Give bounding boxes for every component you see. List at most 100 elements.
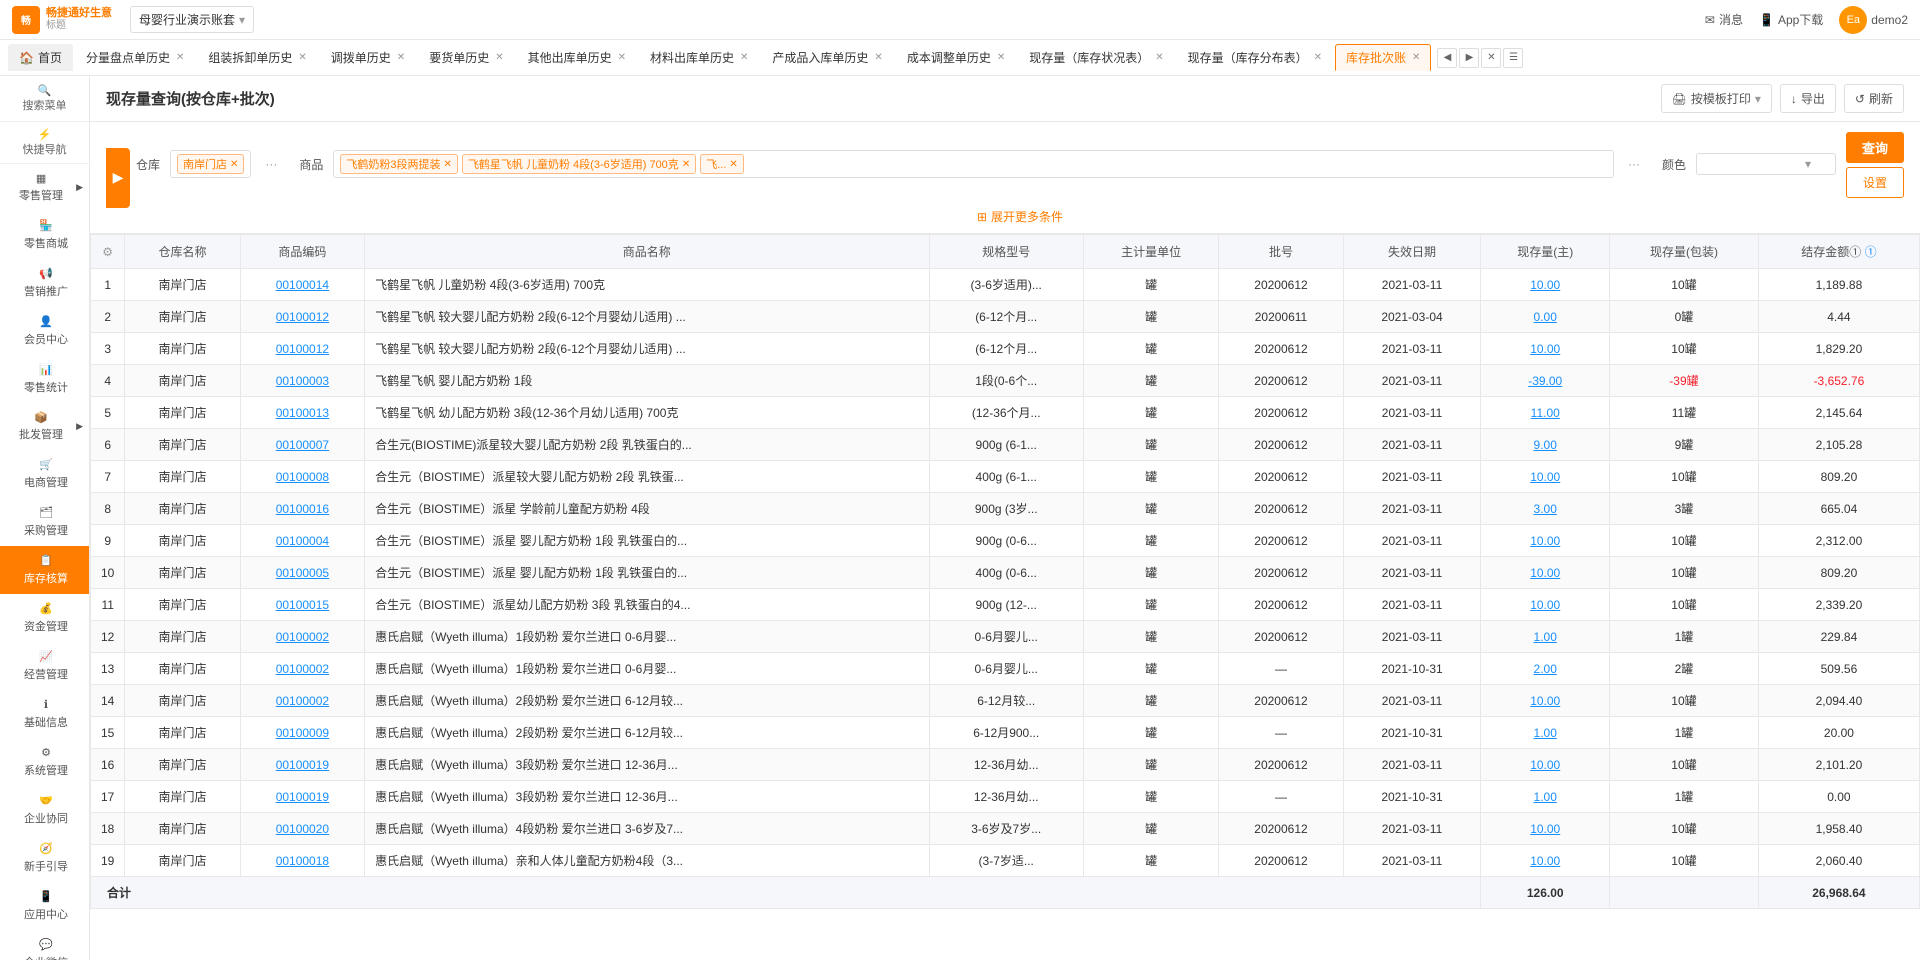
remove-warehouse-tag-icon[interactable]: ✕ [230,159,238,170]
row-code[interactable]: 00100003 [240,365,364,397]
tab-close-icon[interactable]: ✕ [618,52,626,63]
row-qty-main[interactable]: 10.00 [1481,845,1610,877]
row-code[interactable]: 00100002 [240,685,364,717]
tab-close-icon[interactable]: ✕ [1412,52,1420,63]
tab-menu-btn[interactable]: ☰ [1503,48,1523,68]
row-code[interactable]: 00100009 [240,717,364,749]
row-qty-main[interactable]: 9.00 [1481,429,1610,461]
account-dropdown[interactable]: 母婴行业演示账套 ▾ [130,6,254,33]
row-qty-main[interactable]: 10.00 [1481,269,1610,301]
row-code[interactable]: 00100008 [240,461,364,493]
warehouse-tag[interactable]: 南岸门店 ✕ [177,154,244,174]
row-code[interactable]: 00100020 [240,813,364,845]
row-qty-main[interactable]: 10.00 [1481,525,1610,557]
tab-ku-cun-pi[interactable]: 库存批次账 ✕ [1335,44,1431,71]
sidebar-item-retail-mall[interactable]: 🏪 零售商城 [0,211,89,259]
tab-chan-pin[interactable]: 产成品入库单历史 ✕ [761,44,893,71]
user-profile[interactable]: Ea demo2 [1839,6,1908,34]
tab-home[interactable]: 🏠 首页 [8,44,73,71]
row-code[interactable]: 00100007 [240,429,364,461]
row-qty-main[interactable]: 10.00 [1481,557,1610,589]
tab-close-icon[interactable]: ✕ [1155,52,1163,63]
sidebar-item-finance[interactable]: 💰 资金管理 [0,594,89,642]
tab-close-icon[interactable]: ✕ [740,52,748,63]
row-qty-main[interactable]: -39.00 [1481,365,1610,397]
sidebar-item-enterprise[interactable]: 🤝 企业协同 [0,786,89,834]
tab-prev-btn[interactable]: ◀ [1437,48,1457,68]
sidebar-item-inventory[interactable]: 📋 库存核算 [0,546,89,594]
row-qty-main[interactable]: 10.00 [1481,813,1610,845]
row-qty-main[interactable]: 1.00 [1481,781,1610,813]
tab-close-icon[interactable]: ✕ [298,52,306,63]
product-tag-1[interactable]: 飞鹤奶粉3段两提装 ✕ [340,154,458,174]
tab-close-all-btn[interactable]: ✕ [1481,48,1501,68]
tab-tiao-bo[interactable]: 调拨单历史 ✕ [320,44,416,71]
row-code[interactable]: 00100019 [240,781,364,813]
row-code[interactable]: 00100012 [240,301,364,333]
print-btn[interactable]: 🖨 按模板打印 ▾ [1661,84,1772,113]
row-code[interactable]: 00100004 [240,525,364,557]
tab-xian-cun1[interactable]: 现存量（库存状况表） ✕ [1018,44,1174,71]
query-btn[interactable]: 查询 [1846,132,1904,163]
sidebar-item-wholesale[interactable]: 📦 批发管理 ▶ [0,403,89,450]
sidebar-item-basic[interactable]: ℹ 基础信息 [0,690,89,738]
sidebar-item-guide[interactable]: 🧭 新手引导 [0,834,89,882]
sidebar-item-retail-stats[interactable]: 📊 零售统计 [0,355,89,403]
sidebar-item-marketing[interactable]: 📢 营销推广 [0,259,89,307]
row-qty-main[interactable]: 1.00 [1481,717,1610,749]
row-qty-main[interactable]: 0.00 [1481,301,1610,333]
sidebar-search[interactable]: 🔍 搜索菜单 [0,76,89,122]
tab-close-icon[interactable]: ✕ [997,52,1005,63]
row-qty-main[interactable]: 10.00 [1481,749,1610,781]
row-qty-main[interactable]: 10.00 [1481,685,1610,717]
row-code[interactable]: 00100019 [240,749,364,781]
product-filter[interactable]: 飞鹤奶粉3段两提装 ✕ 飞鹤星飞帆 儿童奶粉 4段(3-6岁适用) 700克 ✕… [333,150,1614,178]
row-qty-main[interactable]: 10.00 [1481,461,1610,493]
sidebar-item-member[interactable]: 👤 会员中心 [0,307,89,355]
remove-product-tag-3-icon[interactable]: ✕ [729,159,737,170]
row-code[interactable]: 00100018 [240,845,364,877]
tab-cheng-ben[interactable]: 成本调整单历史 ✕ [896,44,1016,71]
row-qty-main[interactable]: 3.00 [1481,493,1610,525]
filter-expand-btn[interactable]: ▶ [106,148,130,208]
message-btn[interactable]: ✉ 消息 [1705,11,1743,28]
remove-product-tag-2-icon[interactable]: ✕ [682,159,690,170]
column-settings-icon[interactable]: ⚙ [102,245,113,259]
row-code[interactable]: 00100015 [240,589,364,621]
sidebar-item-wechat[interactable]: 💬 企业微信 [0,930,89,960]
row-code[interactable]: 00100002 [240,653,364,685]
sidebar-item-operations[interactable]: 📈 经营管理 [0,642,89,690]
row-code[interactable]: 00100013 [240,397,364,429]
row-qty-main[interactable]: 1.00 [1481,621,1610,653]
tab-close-icon[interactable]: ✕ [176,52,184,63]
th-settings[interactable]: ⚙ [91,235,125,269]
export-btn[interactable]: ↓ 导出 [1780,84,1836,113]
sidebar-item-purchase[interactable]: 🗂 采购管理 [0,498,89,546]
tab-fen-pan[interactable]: 分量盘点单历史 ✕ [75,44,195,71]
tab-close-icon[interactable]: ✕ [874,52,882,63]
color-select[interactable]: ▾ [1696,153,1836,175]
sidebar-item-system[interactable]: ⚙ 系统管理 [0,738,89,786]
expand-more-btn[interactable]: ⊞ 展开更多条件 [977,208,1063,225]
row-code[interactable]: 00100005 [240,557,364,589]
row-qty-main[interactable]: 11.00 [1481,397,1610,429]
tab-yao-huo[interactable]: 要货单历史 ✕ [418,44,514,71]
warehouse-filter[interactable]: 南岸门店 ✕ [170,150,251,178]
row-code[interactable]: 00100016 [240,493,364,525]
row-code[interactable]: 00100002 [240,621,364,653]
row-code[interactable]: 00100012 [240,333,364,365]
app-download-btn[interactable]: 📱 App下载 [1759,11,1823,28]
tab-next-btn[interactable]: ▶ [1459,48,1479,68]
sidebar-item-app-center[interactable]: 📱 应用中心 [0,882,89,930]
refresh-btn[interactable]: ↺ 刷新 [1844,84,1904,113]
product-tag-3[interactable]: 飞... ✕ [700,154,744,174]
tab-xian-cun2[interactable]: 现存量（库存分布表） ✕ [1177,44,1333,71]
sidebar-item-ecommerce[interactable]: 🛒 电商管理 [0,450,89,498]
row-qty-main[interactable]: 10.00 [1481,333,1610,365]
row-qty-main[interactable]: 10.00 [1481,589,1610,621]
product-more-btn[interactable]: ··· [1624,155,1644,173]
remove-product-tag-1-icon[interactable]: ✕ [444,159,452,170]
sidebar-quick-nav[interactable]: ⚡ 快捷导航 [0,122,89,164]
tab-close-icon[interactable]: ✕ [495,52,503,63]
tab-cai-liao[interactable]: 材料出库单历史 ✕ [639,44,759,71]
